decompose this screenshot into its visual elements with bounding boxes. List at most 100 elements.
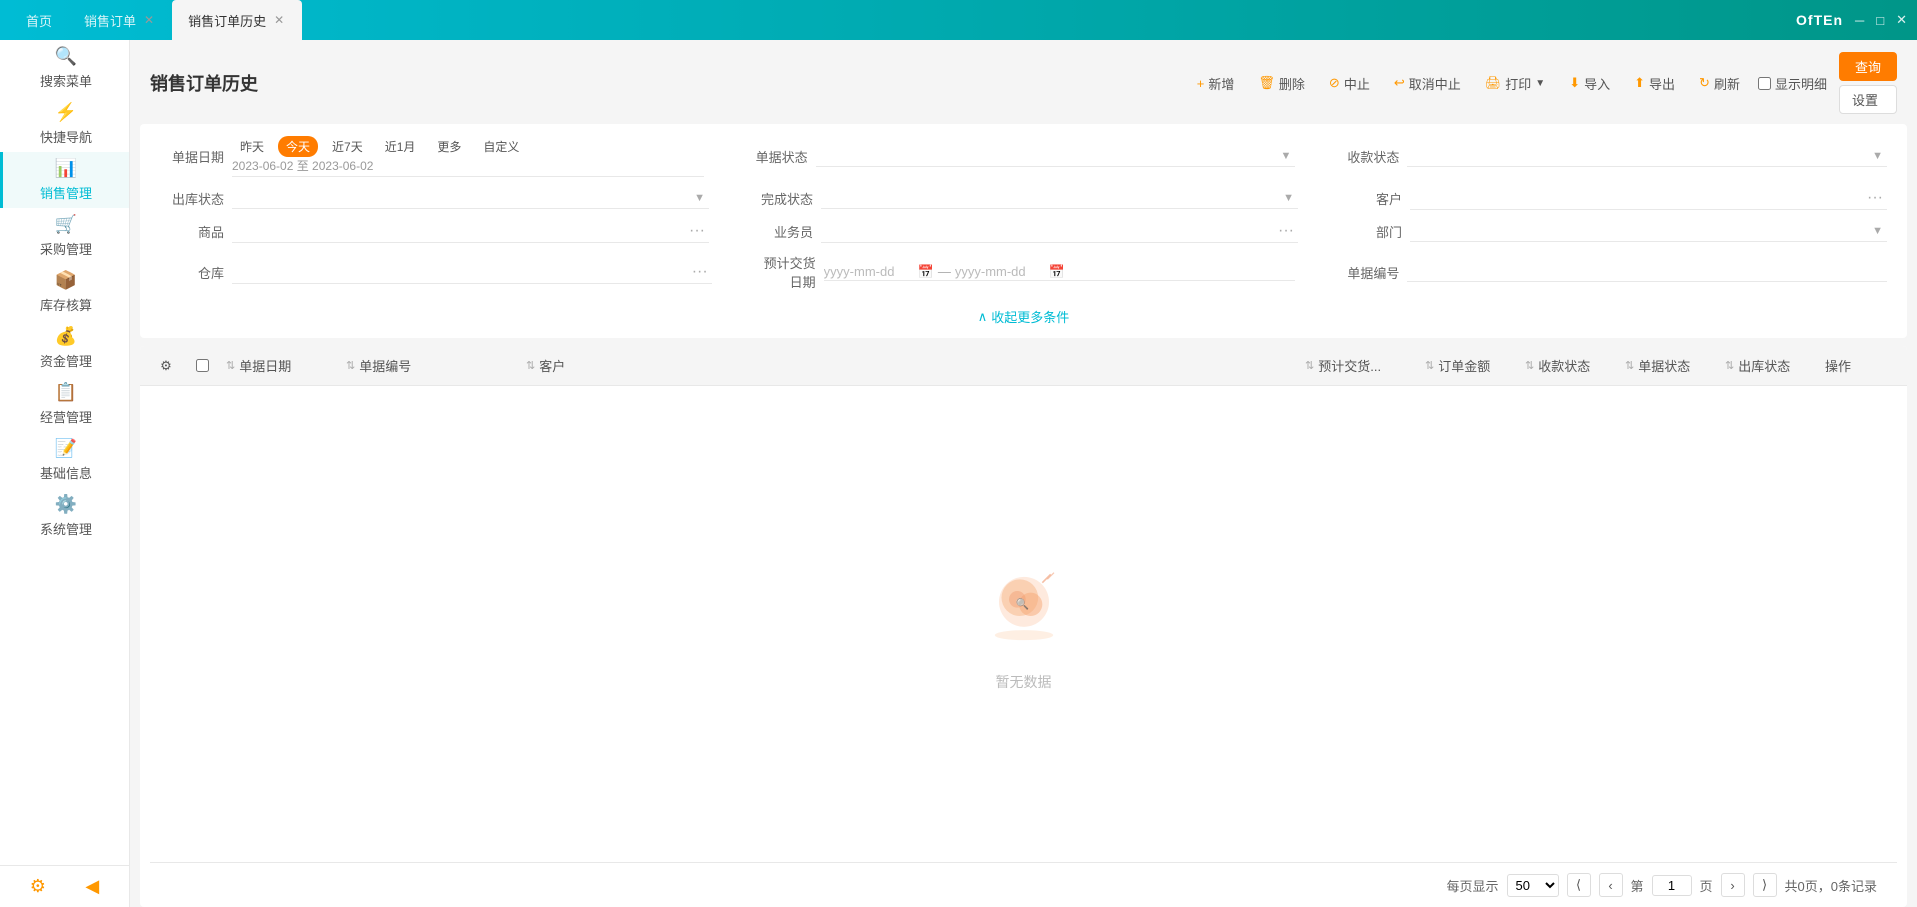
window-minimize-btn[interactable]: ─ xyxy=(1855,13,1864,28)
query-button[interactable]: 查询 xyxy=(1839,52,1897,81)
order-no-input[interactable] xyxy=(1411,264,1883,279)
col-receipt-status[interactable]: ⇅ 收款状态 xyxy=(1519,356,1619,375)
order-no-label: 单据编号 xyxy=(1335,263,1407,282)
complete-input[interactable] xyxy=(825,191,1283,206)
sidebar-item-inventory[interactable]: 📦 库存核算 xyxy=(0,264,129,320)
import-button[interactable]: ⬇ 导入 xyxy=(1563,70,1616,97)
goods-input[interactable] xyxy=(236,224,689,239)
per-page-select[interactable]: 50 20 100 xyxy=(1507,874,1559,897)
sidebar-item-purchase[interactable]: 🛒 采购管理 xyxy=(0,208,129,264)
expected-date-from[interactable] xyxy=(824,264,914,279)
sidebar-item-finance[interactable]: 💰 资金管理 xyxy=(0,320,129,376)
empty-illustration: 🔍 暂无数据 xyxy=(974,556,1074,692)
date-btn-more[interactable]: 更多 xyxy=(429,136,469,157)
receipt-control[interactable]: ▼ xyxy=(1407,147,1887,167)
page-title: 销售订单历史 xyxy=(150,70,258,96)
setting-button[interactable]: 设置 xyxy=(1839,85,1897,114)
select-all-checkbox[interactable] xyxy=(196,359,209,372)
col-out-status[interactable]: ⇅ 出库状态 xyxy=(1719,356,1819,375)
goods-dots-icon[interactable]: ··· xyxy=(689,222,705,240)
collapse-bar[interactable]: ∧ 收起更多条件 xyxy=(160,301,1887,326)
table-settings-col[interactable]: ⚙ xyxy=(148,358,184,374)
collapse-sidebar-icon[interactable]: ◀ xyxy=(85,876,99,897)
warehouse-control[interactable]: ··· xyxy=(232,261,712,284)
goods-control[interactable]: ··· xyxy=(232,220,709,243)
date-btn-yesterday[interactable]: 昨天 xyxy=(232,136,272,157)
date-btn-today[interactable]: 今天 xyxy=(278,136,318,157)
next-page-btn[interactable]: › xyxy=(1721,873,1745,897)
dept-control[interactable]: ▼ xyxy=(1410,222,1887,242)
stop-button[interactable]: ⊘ 中止 xyxy=(1323,70,1376,97)
col-customer[interactable]: ⇅ 客户 xyxy=(520,356,1299,375)
order-no-control[interactable] xyxy=(1407,262,1887,282)
print-button[interactable]: 🖨 打印 ▼ xyxy=(1479,70,1551,97)
layout: 🔍 搜索菜单 ⚡ 快捷导航 📊 销售管理 🛒 采购管理 📦 库存核算 💰 资金管… xyxy=(0,40,1917,907)
page-number-input[interactable] xyxy=(1652,875,1692,896)
new-button[interactable]: + 新增 xyxy=(1191,70,1241,97)
last-page-btn[interactable]: ⟩ xyxy=(1753,873,1777,897)
refresh-icon: ↻ xyxy=(1699,75,1710,91)
sales-control[interactable]: ··· xyxy=(821,220,1298,243)
col-date[interactable]: ⇅ 单据日期 xyxy=(220,356,340,375)
col-order-no[interactable]: ⇅ 单据编号 xyxy=(340,356,520,375)
out-input[interactable] xyxy=(236,191,694,206)
pagination: 每页显示 50 20 100 ⟨ ‹ 第 页 › ⟩ 共0页，0条记录 xyxy=(150,862,1897,907)
customer-dots-icon[interactable]: ··· xyxy=(1867,189,1883,207)
filter-row-1: 单据日期 昨天 今天 近7天 近1月 更多 自定义 2023-06-02 至 2… xyxy=(160,136,1887,177)
date-btn-custom[interactable]: 自定义 xyxy=(475,136,527,157)
table-check-col[interactable] xyxy=(184,359,220,372)
date-dash: — xyxy=(938,264,951,279)
col-order-status[interactable]: ⇅ 单据状态 xyxy=(1619,356,1719,375)
warehouse-input[interactable] xyxy=(236,264,692,279)
settings-gear-icon[interactable]: ⚙ xyxy=(160,358,172,374)
calendar-icon-from[interactable]: 📅 xyxy=(918,264,934,280)
close-tab-sales-history[interactable]: ✕ xyxy=(272,13,286,27)
col-status-sort-icon: ⇅ xyxy=(1625,359,1634,372)
sidebar-item-system[interactable]: ⚙️ 系统管理 xyxy=(0,488,129,544)
col-amount[interactable]: ⇅ 订单金额 xyxy=(1419,356,1519,375)
customer-control[interactable]: ··· xyxy=(1410,187,1887,210)
settings-icon[interactable]: ⚙ xyxy=(30,876,46,897)
customer-input[interactable] xyxy=(1414,191,1867,206)
filter-row-3: 商品 ··· 业务员 ··· 部门 ▼ xyxy=(160,220,1887,243)
warehouse-dots-icon[interactable]: ··· xyxy=(692,263,708,281)
display-detail-checkbox[interactable] xyxy=(1758,77,1771,90)
receipt-input[interactable] xyxy=(1411,149,1872,164)
plus-icon: + xyxy=(1197,76,1205,91)
sales-label: 业务员 xyxy=(749,222,821,241)
export-button[interactable]: ⬆ 导出 xyxy=(1628,70,1681,97)
sidebar-item-operations[interactable]: 📋 经营管理 xyxy=(0,376,129,432)
sidebar: 🔍 搜索菜单 ⚡ 快捷导航 📊 销售管理 🛒 采购管理 📦 库存核算 💰 资金管… xyxy=(0,40,130,907)
sidebar-item-sales[interactable]: 📊 销售管理 xyxy=(0,152,129,208)
tab-sales-order[interactable]: 销售订单 ✕ xyxy=(68,0,172,40)
table-body: 🔍 暂无数据 xyxy=(140,386,1907,862)
sales-dots-icon[interactable]: ··· xyxy=(1278,222,1294,240)
refresh-button[interactable]: ↻ 刷新 xyxy=(1693,70,1746,97)
window-close-btn[interactable]: ✕ xyxy=(1896,12,1907,28)
window-maximize-btn[interactable]: □ xyxy=(1876,13,1884,28)
status-dropdown-icon: ▼ xyxy=(1280,150,1291,162)
out-control[interactable]: ▼ xyxy=(232,189,709,209)
status-input[interactable] xyxy=(820,149,1281,164)
cancel-stop-button[interactable]: ↩ 取消中止 xyxy=(1388,70,1467,97)
sidebar-item-quick-nav[interactable]: ⚡ 快捷导航 xyxy=(0,96,129,152)
date-filter-buttons: 昨天 今天 近7天 近1月 更多 自定义 xyxy=(232,136,704,157)
expected-date-to[interactable] xyxy=(955,264,1045,279)
sidebar-item-search[interactable]: 🔍 搜索菜单 xyxy=(0,40,129,96)
sales-input[interactable] xyxy=(825,224,1278,239)
status-control[interactable]: ▼ xyxy=(816,147,1296,167)
first-page-btn[interactable]: ⟨ xyxy=(1567,873,1591,897)
delete-button[interactable]: 🗑 删除 xyxy=(1252,70,1311,97)
date-btn-1month[interactable]: 近1月 xyxy=(377,136,424,157)
tab-sales-history[interactable]: 销售订单历史 ✕ xyxy=(172,0,302,40)
sidebar-item-basic-info[interactable]: 📝 基础信息 xyxy=(0,432,129,488)
col-delivery[interactable]: ⇅ 预计交货... xyxy=(1299,356,1419,375)
date-btn-7days[interactable]: 近7天 xyxy=(324,136,371,157)
dept-input[interactable] xyxy=(1414,224,1872,239)
prev-page-btn[interactable]: ‹ xyxy=(1599,873,1623,897)
complete-control[interactable]: ▼ xyxy=(821,189,1298,209)
tab-home[interactable]: 首页 xyxy=(10,0,68,40)
calendar-icon-to[interactable]: 📅 xyxy=(1049,264,1065,280)
close-tab-sales-order[interactable]: ✕ xyxy=(142,13,156,27)
complete-dropdown-icon: ▼ xyxy=(1283,192,1294,204)
